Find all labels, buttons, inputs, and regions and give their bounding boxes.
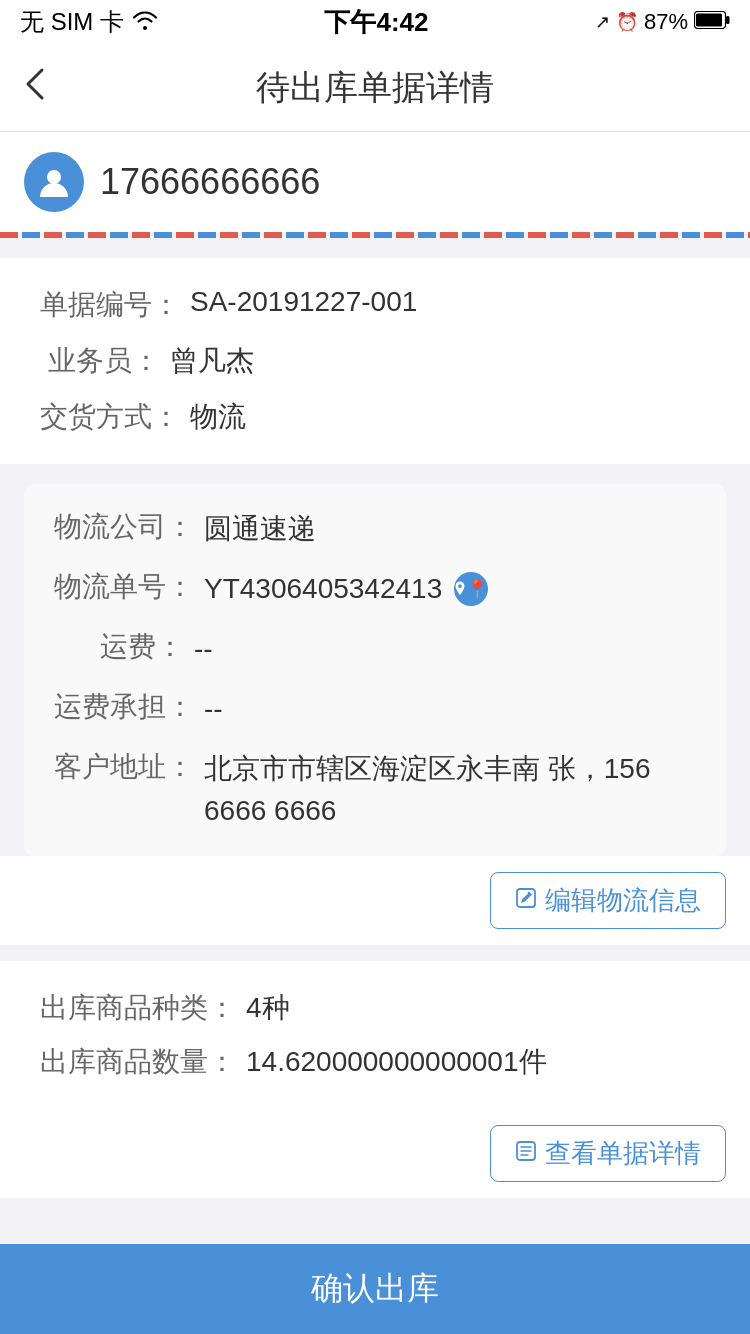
sales-person-row: 业务员： 曾凡杰 bbox=[40, 342, 710, 380]
freight-row: 运费： -- bbox=[54, 628, 696, 670]
product-quantity-label: 出库商品数量： bbox=[40, 1043, 246, 1081]
section-divider-1 bbox=[0, 945, 750, 961]
edit-logistics-label: 编辑物流信息 bbox=[545, 883, 701, 918]
track-location-button[interactable] bbox=[454, 572, 488, 606]
edit-icon bbox=[515, 887, 537, 915]
delivery-method-row: 交货方式： 物流 bbox=[40, 398, 710, 436]
tracking-number-value: YT43064053424​13 bbox=[204, 568, 442, 610]
confirm-outbound-button[interactable]: 确认出库 bbox=[0, 1244, 750, 1334]
battery-text: 87% bbox=[644, 9, 688, 35]
tracking-number-row: 物流单号： YT43064053424​13 bbox=[54, 568, 696, 610]
order-number-label: 单据编号： bbox=[40, 286, 190, 324]
product-quantity-row: 出库商品数量： 14.620000000000001件 bbox=[40, 1043, 710, 1081]
svg-rect-2 bbox=[696, 14, 722, 27]
sales-person-value: 曾凡杰 bbox=[170, 342, 710, 380]
view-details-button[interactable]: 查看单据详情 bbox=[490, 1125, 726, 1182]
page-title: 待出库单据详情 bbox=[256, 65, 494, 111]
freight-label: 运费： bbox=[54, 628, 194, 666]
order-number-value: SA-20191227-001 bbox=[190, 286, 710, 318]
customer-header: 17666666666 bbox=[0, 132, 750, 232]
dashed-divider bbox=[0, 232, 750, 238]
freight-bearer-row: 运费承担： -- bbox=[54, 688, 696, 730]
location-icon: ↗ bbox=[595, 11, 610, 33]
wifi-icon bbox=[132, 8, 158, 36]
customer-address-value: 北京市市辖区海淀区永丰南 张，156 6666 6666 bbox=[204, 748, 696, 832]
product-quantity-value: 14.620000000000001件 bbox=[246, 1043, 547, 1081]
svg-rect-1 bbox=[726, 16, 730, 24]
product-types-value: 4种 bbox=[246, 989, 290, 1027]
svg-point-3 bbox=[47, 170, 61, 184]
nav-bar: 待出库单据详情 bbox=[0, 44, 750, 132]
product-summary-section: 出库商品种类： 4种 出库商品数量： 14.620000000000001件 bbox=[0, 961, 750, 1109]
battery-icon bbox=[694, 9, 730, 35]
customer-address-label: 客户地址： bbox=[54, 748, 204, 786]
delivery-method-value: 物流 bbox=[190, 398, 710, 436]
logistics-box: 物流公司： 圆通速递 物流单号： YT43064053424​13 运费： --… bbox=[24, 484, 726, 856]
main-content: 17666666666 单据编号： SA-20191227-001 业务员： 曾… bbox=[0, 132, 750, 1334]
avatar bbox=[24, 152, 84, 212]
logistics-company-label: 物流公司： bbox=[54, 508, 204, 546]
logistics-company-value: 圆通速递 bbox=[204, 508, 696, 550]
carrier-text: 无 SIM 卡 bbox=[20, 6, 124, 38]
alarm-icon: ⏰ bbox=[616, 11, 638, 33]
freight-bearer-label: 运费承担： bbox=[54, 688, 204, 726]
status-bar: 无 SIM 卡 下午4:42 ↗ ⏰ 87% bbox=[0, 0, 750, 44]
freight-value: -- bbox=[194, 628, 696, 670]
tracking-number-value-row: YT43064053424​13 bbox=[204, 568, 696, 610]
status-bar-time: 下午4:42 bbox=[324, 5, 428, 40]
status-bar-right: ↗ ⏰ 87% bbox=[595, 9, 730, 35]
view-details-label: 查看单据详情 bbox=[545, 1136, 701, 1171]
tracking-number-label: 物流单号： bbox=[54, 568, 204, 606]
view-details-row: 查看单据详情 bbox=[0, 1109, 750, 1198]
edit-logistics-row: 编辑物流信息 bbox=[0, 856, 750, 945]
order-info-section: 单据编号： SA-20191227-001 业务员： 曾凡杰 交货方式： 物流 bbox=[0, 258, 750, 464]
product-types-label: 出库商品种类： bbox=[40, 989, 246, 1027]
customer-address-row: 客户地址： 北京市市辖区海淀区永丰南 张，156 6666 6666 bbox=[54, 748, 696, 832]
logistics-company-row: 物流公司： 圆通速递 bbox=[54, 508, 696, 550]
product-types-row: 出库商品种类： 4种 bbox=[40, 989, 710, 1027]
freight-bearer-value: -- bbox=[204, 688, 696, 730]
sales-person-label: 业务员： bbox=[40, 342, 170, 380]
customer-phone: 17666666666 bbox=[100, 161, 320, 203]
status-bar-left: 无 SIM 卡 bbox=[20, 6, 158, 38]
order-number-row: 单据编号： SA-20191227-001 bbox=[40, 286, 710, 324]
list-icon bbox=[515, 1138, 537, 1169]
back-button[interactable] bbox=[24, 66, 46, 110]
confirm-outbound-label: 确认出库 bbox=[311, 1267, 439, 1311]
edit-logistics-button[interactable]: 编辑物流信息 bbox=[490, 872, 726, 929]
delivery-method-label: 交货方式： bbox=[40, 398, 190, 436]
